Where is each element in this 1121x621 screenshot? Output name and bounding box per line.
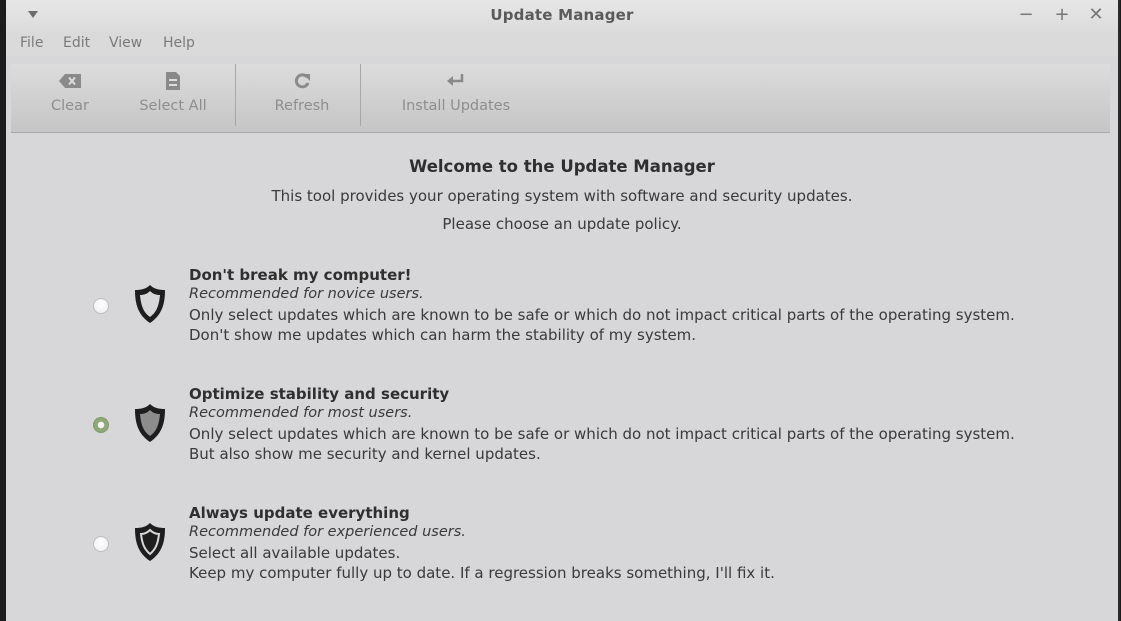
toolbar-separator: [235, 64, 236, 126]
policy-recommendation: Recommended for most users.: [189, 405, 413, 421]
policy-option-optimize[interactable]: Optimize stability and security Recommen…: [6, 382, 1118, 472]
select-all-label: Select All: [139, 98, 207, 114]
policy-title: Always update everything: [189, 504, 410, 522]
refresh-button[interactable]: Refresh: [253, 64, 351, 132]
policy-recommendation: Recommended for novice users.: [189, 286, 424, 302]
policy-option-dont-break[interactable]: Don't break my computer! Recommended for…: [6, 263, 1118, 353]
document-list-icon: [123, 72, 223, 90]
shield-gray-fill-icon: [135, 404, 165, 442]
toolbar: Clear Select All Refresh Install Updates: [11, 64, 1110, 133]
menu-file[interactable]: File: [20, 35, 43, 51]
policy-description-line: Only select updates which are known to b…: [189, 306, 1015, 324]
shield-filled-icon: [135, 523, 165, 561]
maximize-button[interactable]: +: [1051, 4, 1073, 26]
return-arrow-icon: [386, 72, 526, 90]
select-all-button[interactable]: Select All: [123, 64, 223, 132]
choose-policy-prompt: Please choose an update policy.: [442, 215, 682, 233]
clear-button[interactable]: Clear: [29, 64, 111, 132]
refresh-icon: [253, 72, 351, 90]
policy-description-line: Only select updates which are known to b…: [189, 425, 1015, 443]
policy-recommendation: Recommended for experienced users.: [189, 524, 466, 540]
close-button[interactable]: ✕: [1085, 4, 1107, 26]
window-title: Update Manager: [490, 6, 634, 24]
policy-description-line: But also show me security and kernel upd…: [189, 445, 541, 463]
minimize-button[interactable]: −: [1015, 4, 1037, 26]
install-updates-label: Install Updates: [401, 98, 511, 114]
shield-outline-icon: [135, 285, 165, 323]
policy-description-line: Don't show me updates which can harm the…: [189, 326, 697, 344]
menu-view[interactable]: View: [109, 35, 142, 51]
policy-selection-panel: Welcome to the Update Manager This tool …: [6, 133, 1118, 621]
title-bar[interactable]: Update Manager − + ✕: [6, 0, 1118, 32]
welcome-heading: Welcome to the Update Manager: [409, 157, 715, 176]
toolbar-separator: [360, 64, 361, 126]
menu-help[interactable]: Help: [163, 35, 195, 51]
policy-title: Optimize stability and security: [189, 385, 450, 403]
policy-radio-optimize[interactable]: [93, 417, 109, 433]
policy-description-line: Keep my computer fully up to date. If a …: [189, 564, 775, 582]
policy-radio-always-update[interactable]: [93, 536, 109, 552]
policy-radio-dont-break[interactable]: [93, 298, 109, 314]
policy-title: Don't break my computer!: [189, 266, 412, 284]
welcome-description: This tool provides your operating system…: [271, 187, 853, 205]
update-manager-window: Update Manager − + ✕ File Edit View Help…: [6, 0, 1120, 621]
install-updates-button[interactable]: Install Updates: [386, 64, 526, 132]
policy-description-line: Select all available updates.: [189, 544, 401, 562]
menu-edit[interactable]: Edit: [63, 35, 90, 51]
policy-option-always-update[interactable]: Always update everything Recommended for…: [6, 501, 1118, 591]
menu-bar: File Edit View Help: [6, 32, 1118, 56]
clear-label: Clear: [51, 98, 89, 114]
backspace-clear-icon: [29, 72, 111, 90]
refresh-label: Refresh: [274, 98, 330, 114]
